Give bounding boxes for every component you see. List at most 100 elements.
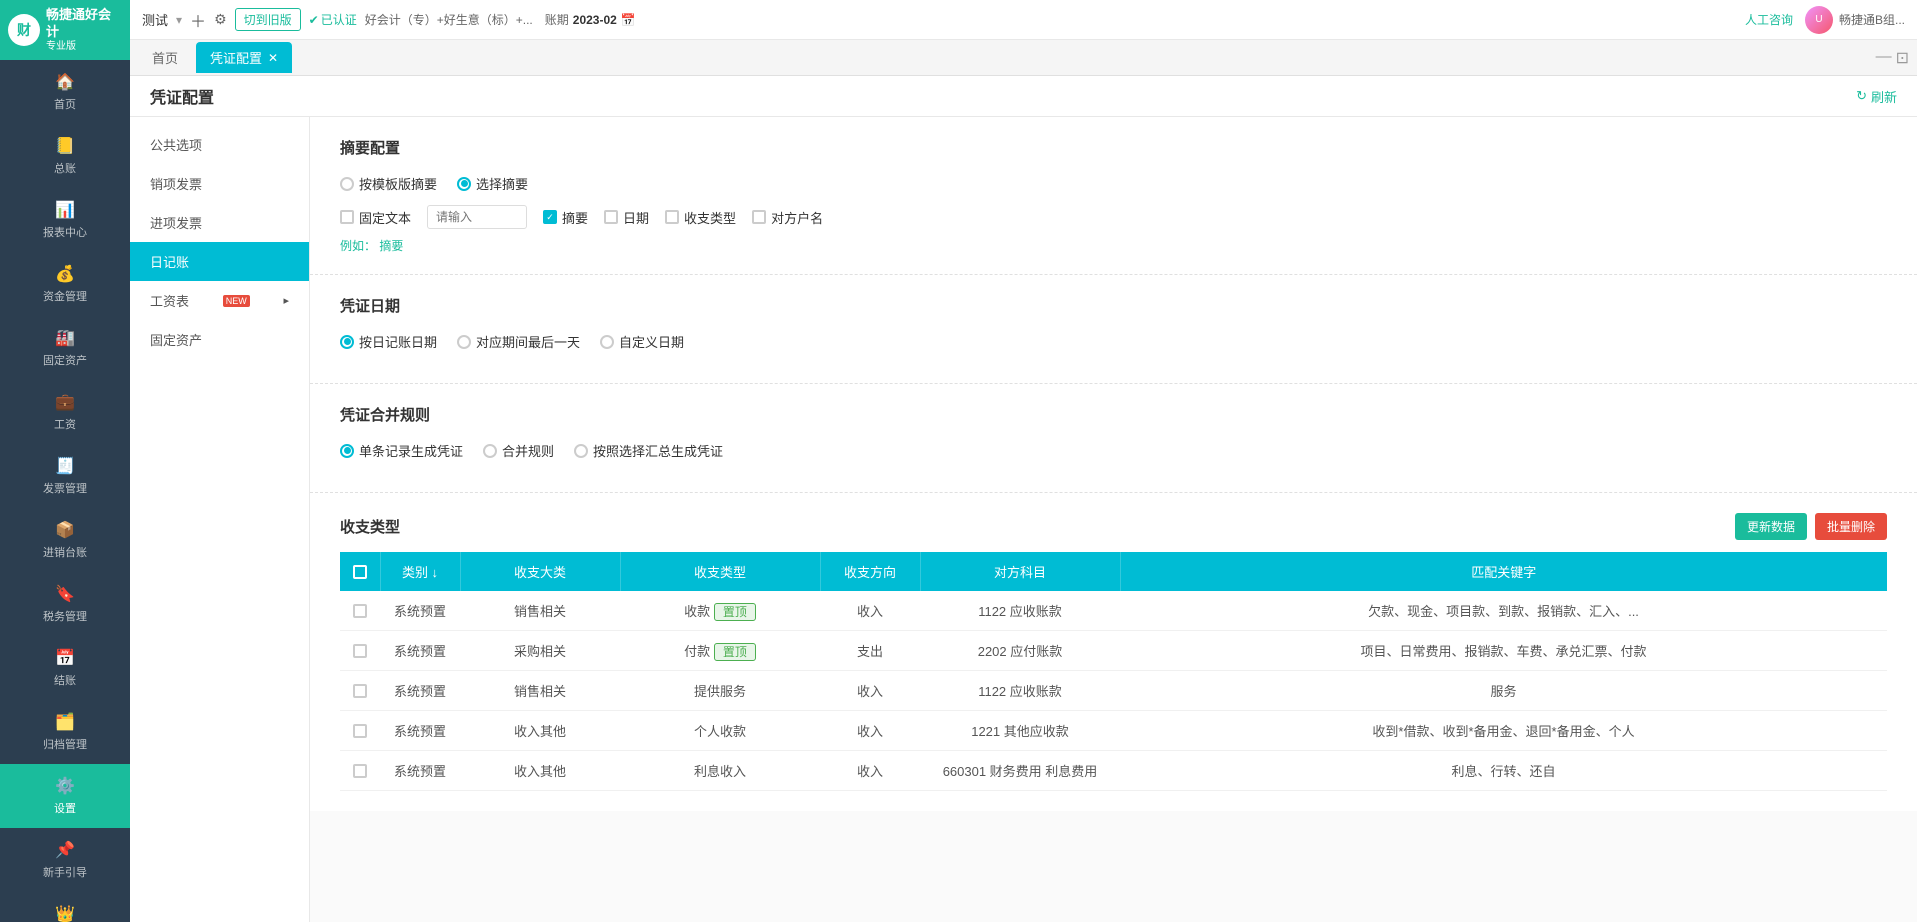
sidebar-item-guide[interactable]: 📌新手引导 [0,828,130,892]
sidebar-item-settings[interactable]: ⚙️设置 [0,764,130,828]
income-table-body: 系统预置 销售相关 收款 置顶 收入 1122 应收账款 欠款、现金、项目款、到… [340,591,1887,791]
row-direction: 收入 [820,751,920,791]
voucher-date-title: 凭证日期 [340,295,1887,316]
row-account: 1221 其他应收款 [920,711,1120,751]
income-section-header: 收支类型 更新数据 批量删除 [340,513,1887,540]
row-category: 系统预置 [380,591,460,631]
row-direction: 支出 [820,631,920,671]
refresh-btn[interactable]: ↻ 刷新 [1856,87,1897,106]
tab-close-icon[interactable]: ✕ [268,51,278,65]
left-menu-item-purchase-invoice[interactable]: 进项发票 [130,203,309,242]
reset-tag[interactable]: 置顶 [714,643,756,661]
table-row: 系统预置 销售相关 提供服务 收入 1122 应收账款 服务 [340,671,1887,711]
example-text: 例如： 摘要 [340,237,1887,254]
th-check[interactable] [340,552,380,591]
sidebar-item-tax[interactable]: 🔖税务管理 [0,572,130,636]
sidebar-item-asset[interactable]: 🏭固定资产 [0,316,130,380]
row-bigtype: 销售相关 [460,671,620,711]
radio-single[interactable]: 单条记录生成凭证 [340,441,463,460]
main-content: 摘要配置 按模板版摘要 选择摘要 [310,117,1917,922]
left-menu-item-journal[interactable]: 日记账 [130,242,309,281]
sidebar-item-ledger[interactable]: 📒总账 [0,124,130,188]
row-bigtype: 采购相关 [460,631,620,671]
checkbox-counterpart[interactable]: 对方户名 [752,208,823,227]
radio-custom-date-circle [600,335,614,349]
checkbox-fixed-text-box [340,210,354,224]
calendar-icon[interactable]: 📅 [621,13,636,27]
report-icon: 📊 [55,200,75,220]
sidebar-item-home[interactable]: 🏠首页 [0,60,130,124]
select-all-checkbox[interactable] [353,565,367,579]
left-menu-item-salary-table[interactable]: 工资表 NEW ▸ [130,281,309,320]
row-category: 系统预置 [380,671,460,711]
page-header: 凭证配置 ↻ 刷新 [130,76,1917,117]
merge-rules-title: 凭证合并规则 [340,404,1887,425]
left-menu-item-fixed-assets[interactable]: 固定资产 [130,320,309,359]
gear-icon[interactable]: ⚙ [214,11,227,28]
fixed-text-input[interactable] [427,205,527,229]
radio-period-last[interactable]: 对应期间最后一天 [457,332,580,351]
checkbox-summary[interactable]: 摘要 [543,208,588,227]
row-checkbox[interactable] [353,644,367,658]
sidebar-item-close[interactable]: 📅结账 [0,636,130,700]
dropdown-arrow-icon[interactable]: ▾ [176,13,182,27]
radio-journal-date[interactable]: 按日记账日期 [340,332,437,351]
sidebar: 财 畅捷通好会计 专业版 🏠首页📒总账📊报表中心💰资金管理🏭固定资产💼工资🧾发票… [0,0,130,922]
chevron-right-icon: ▸ [283,294,289,307]
checkbox-fixed-text[interactable]: 固定文本 [340,208,411,227]
checkbox-date[interactable]: 日期 [604,208,649,227]
summary-checkbox-row: 固定文本 摘要 日期 收支类型 [340,205,1887,229]
sidebar-item-purchase[interactable]: 📦进销台账 [0,508,130,572]
row-check-cell [340,671,380,711]
row-subtype: 利息收入 [620,751,820,791]
tab-voucher-config[interactable]: 凭证配置 ✕ [196,42,292,73]
add-icon[interactable]: ＋ [190,8,206,32]
guide-icon: 📌 [55,840,75,860]
merge-rules-section: 凭证合并规则 单条记录生成凭证 合并规则 按照选择汇总生成凭证 [310,384,1917,493]
table-row: 系统预置 销售相关 收款 置顶 收入 1122 应收账款 欠款、现金、项目款、到… [340,591,1887,631]
left-menu-item-public[interactable]: 公共选项 [130,125,309,164]
sidebar-item-salary[interactable]: 💼工资 [0,380,130,444]
table-row: 系统预置 收入其他 利息收入 收入 660301 财务费用 利息费用 利息、行转… [340,751,1887,791]
row-checkbox[interactable] [353,604,367,618]
tab-home[interactable]: 首页 [138,42,192,73]
radio-merge[interactable]: 合并规则 [483,441,554,460]
radio-select[interactable]: 选择摘要 [457,174,528,193]
maximize-icon[interactable]: ⊡ [1896,48,1909,68]
row-check-cell [340,631,380,671]
close-icon: 📅 [55,648,75,668]
switch-old-btn[interactable]: 切到旧版 [235,8,301,31]
reset-tag[interactable]: 置顶 [714,603,756,621]
sidebar-item-report[interactable]: 📊报表中心 [0,188,130,252]
sidebar-item-invoice-mgmt[interactable]: 🧾发票管理 [0,444,130,508]
row-check-cell [340,591,380,631]
row-checkbox[interactable] [353,764,367,778]
row-direction: 收入 [820,671,920,711]
main-area: 测试 ▾ ＋ ⚙ 切到旧版 ✔ 已认证 好会计（专）+好生意（标）+... 账期… [130,0,1917,922]
batch-delete-btn[interactable]: 批量删除 [1815,513,1887,540]
row-keyword: 利息、行转、还自 [1120,751,1887,791]
sidebar-item-member[interactable]: 👑畅会员 [0,892,130,922]
radio-summary-gen[interactable]: 按照选择汇总生成凭证 [574,441,723,460]
user-info: U 畅捷通B组... [1805,6,1905,34]
table-row: 系统预置 收入其他 个人收款 收入 1221 其他应收款 收到*借款、收到*备用… [340,711,1887,751]
left-menu-item-sales-invoice[interactable]: 销项发票 [130,164,309,203]
consult-btn[interactable]: 人工咨询 [1745,11,1793,28]
row-category: 系统预置 [380,751,460,791]
sidebar-item-fund[interactable]: 💰资金管理 [0,252,130,316]
logo-icon: 财 [8,14,40,46]
checkbox-income-type[interactable]: 收支类型 [665,208,736,227]
row-checkbox[interactable] [353,684,367,698]
radio-custom-date[interactable]: 自定义日期 [600,332,684,351]
user-avatar: U [1805,6,1833,34]
check-icon: ✔ [309,13,319,27]
sub-type-text: 利息收入 [694,764,746,779]
sub-type-text: 收款 [684,604,710,619]
row-account: 1122 应收账款 [920,591,1120,631]
radio-template[interactable]: 按模板版摘要 [340,174,437,193]
radio-period-last-circle [457,335,471,349]
row-checkbox[interactable] [353,724,367,738]
update-data-btn[interactable]: 更新数据 [1735,513,1807,540]
sidebar-item-archive[interactable]: 🗂️归档管理 [0,700,130,764]
minimize-icon[interactable]: — [1876,48,1892,68]
